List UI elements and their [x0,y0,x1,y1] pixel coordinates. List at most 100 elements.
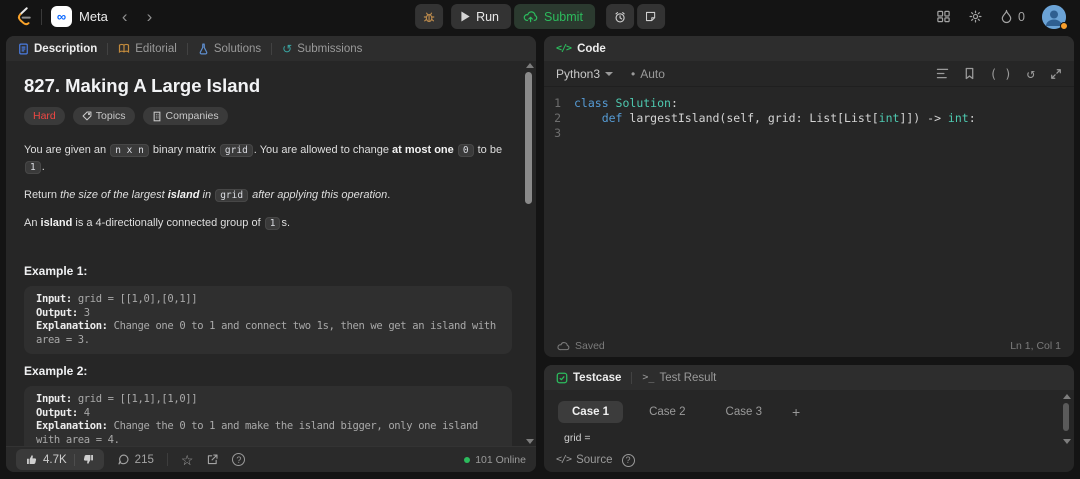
comments-button[interactable]: 215 [117,453,154,466]
autocomplete-toggle[interactable]: • Auto [631,67,665,81]
scroll-up-arrow-icon[interactable] [1063,394,1071,399]
chevron-down-icon [605,71,614,76]
add-case-button[interactable]: + [788,404,804,420]
problem-title: 827. Making A Large Island [24,75,261,96]
divider [107,42,109,55]
favorite-star-icon[interactable]: ☆ [181,453,194,467]
description-tab-bar: Description Editorial Solutions ↺ Submis… [6,36,536,61]
companies-label: Companies [165,110,219,122]
difficulty-badge[interactable]: Hard [24,107,65,125]
history-icon: ↺ [282,41,293,56]
case-1-button[interactable]: Case 1 [558,401,624,423]
testcase-panel: Testcase >_ Test Result Case 1 Case 2 Ca… [544,365,1074,472]
like-button[interactable]: 4.7K [18,453,74,466]
help-icon[interactable]: ? [232,453,246,466]
checkbox-icon [556,372,568,384]
code-editor[interactable]: 1 class Solution: 2 def largestIsland(se… [544,87,1074,141]
submit-button[interactable]: Submit [514,4,595,29]
brackets-icon[interactable]: ( ) [990,68,1012,80]
code-line: 2 def largestIsland(self, grid: List[Lis… [544,111,1074,126]
case-tabs: Case 1 Case 2 Case 3 + [544,390,1074,423]
streak-count: 0 [1018,9,1025,24]
expand-icon[interactable] [1050,68,1062,80]
run-controls: Run Submit [415,4,665,29]
divider [166,453,168,466]
tab-description[interactable]: Description [16,43,99,55]
note-icon [644,10,657,23]
tab-testcase[interactable]: Testcase [554,372,623,384]
prev-question-chevron-icon[interactable]: ‹ [117,8,133,25]
example-explanation: Explanation: Change one 0 to 1 and conne… [36,320,502,346]
editor-toolbar: Python3 • Auto ( ) ↺ [544,61,1074,87]
topbar-right: 0 [936,4,1080,30]
auto-label: Auto [640,66,665,81]
divider [631,371,633,384]
leetcode-logo[interactable] [14,6,32,27]
scroll-down-arrow-icon[interactable] [1063,439,1071,444]
tab-label: Description [34,42,98,55]
layout-icon[interactable] [936,9,951,24]
share-icon[interactable] [206,453,219,466]
tab-solutions[interactable]: Solutions [196,43,263,55]
topbar-left: ∞ Meta ‹ › [0,6,157,27]
flame-icon [1000,9,1013,24]
topics-badge[interactable]: Topics [72,107,135,125]
scroll-down-arrow-icon[interactable] [526,439,534,444]
code-tab-bar: </> Code [544,36,1074,61]
dislike-button[interactable] [75,453,102,466]
thumbs-up-icon [25,453,38,466]
description-panel: Description Editorial Solutions ↺ Submis… [6,36,536,472]
cursor-position: Ln 1, Col 1 [1010,340,1061,352]
example-output: Output: 3 [36,306,90,319]
scrollbar-thumb[interactable] [1063,403,1069,431]
testcase-scrollbar[interactable] [1062,394,1071,444]
line-number: 2 [554,111,561,125]
code-text: def largestIsland(self, grid: List[List[… [601,111,976,125]
companies-badge[interactable]: Companies [142,107,228,125]
scrollbar-thumb[interactable] [525,72,532,204]
scroll-up-arrow-icon[interactable] [526,63,534,68]
tab-test-result[interactable]: >_ Test Result [640,372,718,384]
case-2-button[interactable]: Case 2 [635,401,699,423]
tag-icon [82,111,92,121]
testcase-tab-bar: Testcase >_ Test Result [544,365,1074,390]
testcase-footer: </> Source ? [544,448,1074,472]
topics-label: Topics [95,110,126,122]
format-lines-icon[interactable] [936,68,949,79]
settings-gear-icon[interactable] [968,9,983,24]
help-icon[interactable]: ? [621,453,635,467]
divider [41,8,42,25]
workspace-switcher[interactable]: ∞ Meta [51,6,108,27]
description-scrollbar[interactable] [524,63,534,444]
timer-button[interactable] [605,4,634,29]
streak-counter[interactable]: 0 [1000,9,1025,24]
example-output: Output: 4 [36,406,90,419]
notes-button[interactable] [636,4,665,29]
terminal-prompt-icon: >_ [642,372,655,383]
code-editor-panel: </> Code Python3 • Auto ( ) ↺ 1 class So… [544,36,1074,357]
workspace-label: Meta [79,9,108,24]
editor-tools: ( ) ↺ [936,67,1062,81]
code-line: 1 class Solution: [544,96,1074,111]
case-3-button[interactable]: Case 3 [712,401,776,423]
run-button[interactable]: Run [451,4,512,29]
online-dot-icon [464,456,471,463]
debug-button[interactable] [415,4,444,29]
tab-label: Solutions [213,42,262,55]
paragraph: You are given an n x n binary matrix gri… [24,144,503,174]
tab-submissions[interactable]: ↺ Submissions [280,43,364,55]
editor-statusbar: Saved Ln 1, Col 1 [544,335,1074,357]
tab-label: Code [577,42,606,55]
bookmark-icon[interactable] [964,67,975,80]
reset-code-icon[interactable]: ↺ [1027,67,1035,81]
grid-param-label: grid = [564,432,591,444]
code-line: 3 [544,126,1074,141]
code-icon: </> [556,454,572,465]
avatar[interactable] [1042,4,1068,30]
next-question-chevron-icon[interactable]: › [142,8,158,25]
source-button[interactable]: </> Source [556,454,613,466]
language-select[interactable]: Python3 [556,67,614,81]
tab-editorial[interactable]: Editorial [116,43,179,55]
tab-code[interactable]: </> Code [554,43,608,55]
online-count: 101 Online [475,453,526,466]
